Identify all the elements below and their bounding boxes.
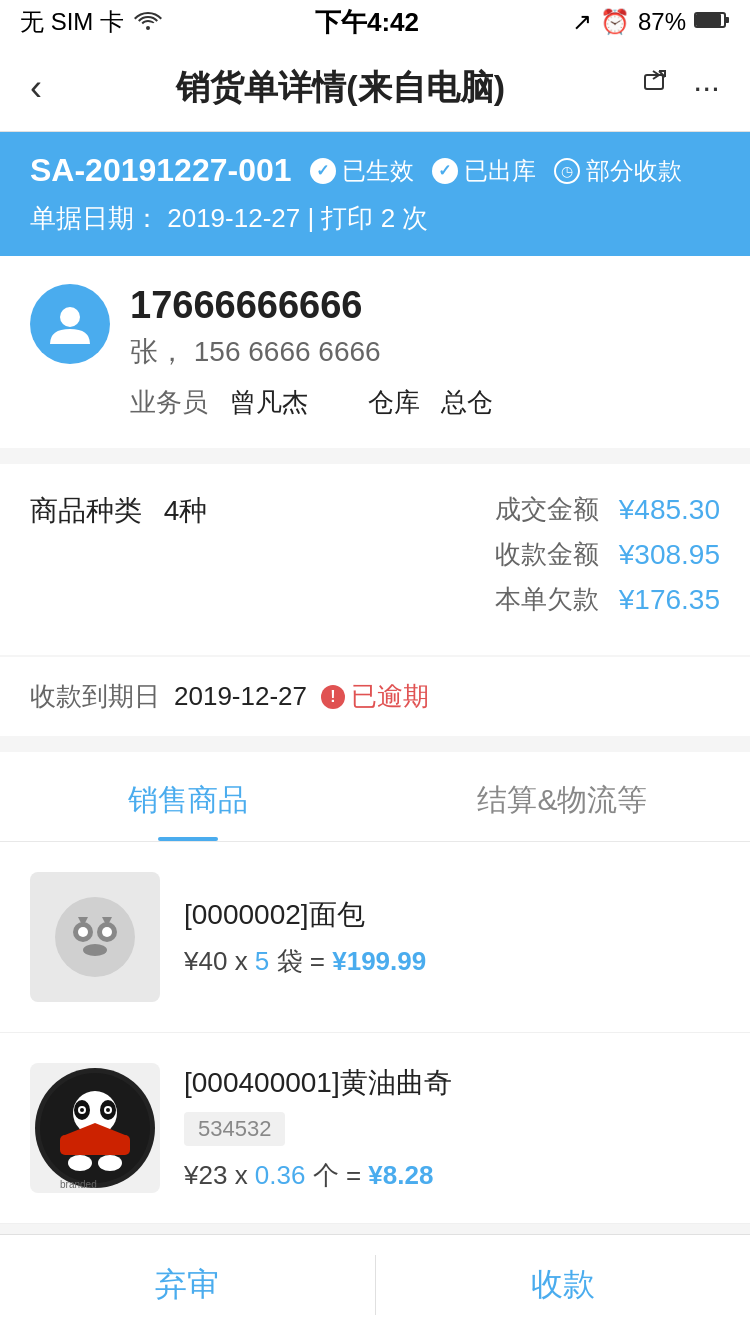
order-date: 单据日期： 2019-12-27 | 打印 2 次 [30,201,720,236]
alarm-icon: ⏰ [600,8,630,36]
svg-rect-2 [725,17,729,23]
check-icon-1: ✓ [310,158,336,184]
bottom-bar: 弃审 收款 [0,1234,750,1334]
product-sku-2: 534532 [184,1112,285,1146]
check-icon-2: ✓ [432,158,458,184]
wifi-icon [134,8,162,36]
tabs-row: 销售商品 结算&物流等 [0,752,750,841]
product-details-1: [0000002]面包 ¥40 x 5 袋 = ¥199.99 [184,896,720,979]
status-partial: ◷ 部分收款 [554,155,682,187]
product-thumb-2: branded [30,1063,160,1193]
confirm-button[interactable]: 收款 [376,1235,751,1334]
due-section: 收款到期日 2019-12-27 ! 已逾期 [0,657,750,736]
overdue-icon: ! [321,685,345,709]
battery-label: 87% [638,8,686,36]
product-item: [0000002]面包 ¥40 x 5 袋 = ¥199.99 [0,842,750,1033]
svg-point-6 [60,307,80,327]
share-icon[interactable] [639,67,673,109]
svg-rect-3 [696,14,721,26]
svg-rect-4 [645,75,663,89]
tab-sales-products[interactable]: 销售商品 [0,752,375,841]
battery-icon [694,8,730,36]
product-list: [0000002]面包 ¥40 x 5 袋 = ¥199.99 [0,842,750,1224]
customer-section: 17666666666 张， 156 6666 6666 业务员 曾凡杰 仓库 … [0,256,750,448]
back-button[interactable]: ‹ [30,67,42,109]
svg-point-10 [78,927,88,937]
receipt-row: 收款金额 ¥308.95 [495,537,720,572]
tabs-section: 销售商品 结算&物流等 [0,752,750,842]
order-header: SA-20191227-001 ✓ 已生效 ✓ 已出库 ◷ 部分收款 单据日期：… [0,132,750,256]
customer-avatar [30,284,110,364]
summary-section: 商品种类 4种 成交金额 ¥485.30 收款金额 ¥308.95 本单欠款 ¥… [0,464,750,655]
customer-info: 17666666666 张， 156 6666 6666 业务员 曾凡杰 仓库 … [130,284,720,420]
carrier-label: 无 SIM 卡 [20,6,124,38]
status-bar-left: 无 SIM 卡 [20,6,162,38]
nav-actions: ··· [639,67,720,109]
nav-bar: ‹ 销货单详情(来自电脑) ··· [0,44,750,132]
overdue-label: 已逾期 [351,679,429,714]
arrears-row: 本单欠款 ¥176.35 [495,582,720,617]
cancel-button[interactable]: 弃审 [0,1235,375,1334]
status-bar: 无 SIM 卡 下午4:42 ↗ ⏰ 87% [0,0,750,44]
summary-left: 商品种类 4种 [30,492,207,536]
status-shipped: ✓ 已出库 [432,155,536,187]
product-details-2: [000400001]黄油曲奇 534532 ¥23 x 0.36 个 = ¥8… [184,1064,720,1193]
due-label: 收款到期日 [30,679,160,714]
product-price-1: ¥40 x 5 袋 = ¥199.99 [184,944,720,979]
warehouse-label: 仓库 总仓 [368,385,494,420]
overdue-badge: ! 已逾期 [321,679,429,714]
summary-right: 成交金额 ¥485.30 收款金额 ¥308.95 本单欠款 ¥176.35 [495,492,720,627]
svg-rect-22 [60,1135,130,1155]
more-icon[interactable]: ··· [693,69,720,106]
svg-point-12 [83,944,107,956]
svg-point-11 [102,927,112,937]
sales-label: 业务员 曾凡杰 [130,385,308,420]
svg-point-0 [146,26,150,30]
product-name-2: [000400001]黄油曲奇 [184,1064,720,1102]
status-bar-time: 下午4:42 [315,5,419,40]
customer-id: 17666666666 [130,284,720,327]
svg-text:branded: branded [60,1179,97,1190]
category-item: 商品种类 4种 [30,492,207,530]
page-title: 销货单详情(来自电脑) [176,65,505,111]
tab-settlement[interactable]: 结算&物流等 [375,752,750,841]
status-bar-right: ↗ ⏰ 87% [572,8,730,36]
svg-point-7 [55,897,135,977]
location-icon: ↗ [572,8,592,36]
svg-point-23 [68,1155,92,1171]
customer-name-phone: 张， 156 6666 6666 [130,333,720,371]
order-id: SA-20191227-001 [30,152,292,189]
clock-icon: ◷ [554,158,580,184]
product-thumb-1 [30,872,160,1002]
product-item: branded [000400001]黄油曲奇 534532 ¥23 x 0.3… [0,1033,750,1224]
status-effective: ✓ 已生效 [310,155,414,187]
transaction-row: 成交金额 ¥485.30 [495,492,720,527]
due-date-value: 2019-12-27 [174,681,307,712]
customer-meta: 业务员 曾凡杰 仓库 总仓 [130,385,720,420]
product-name-1: [0000002]面包 [184,896,720,934]
product-price-2: ¥23 x 0.36 个 = ¥8.28 [184,1158,720,1193]
svg-point-21 [106,1108,110,1112]
svg-point-24 [98,1155,122,1171]
svg-point-20 [80,1108,84,1112]
